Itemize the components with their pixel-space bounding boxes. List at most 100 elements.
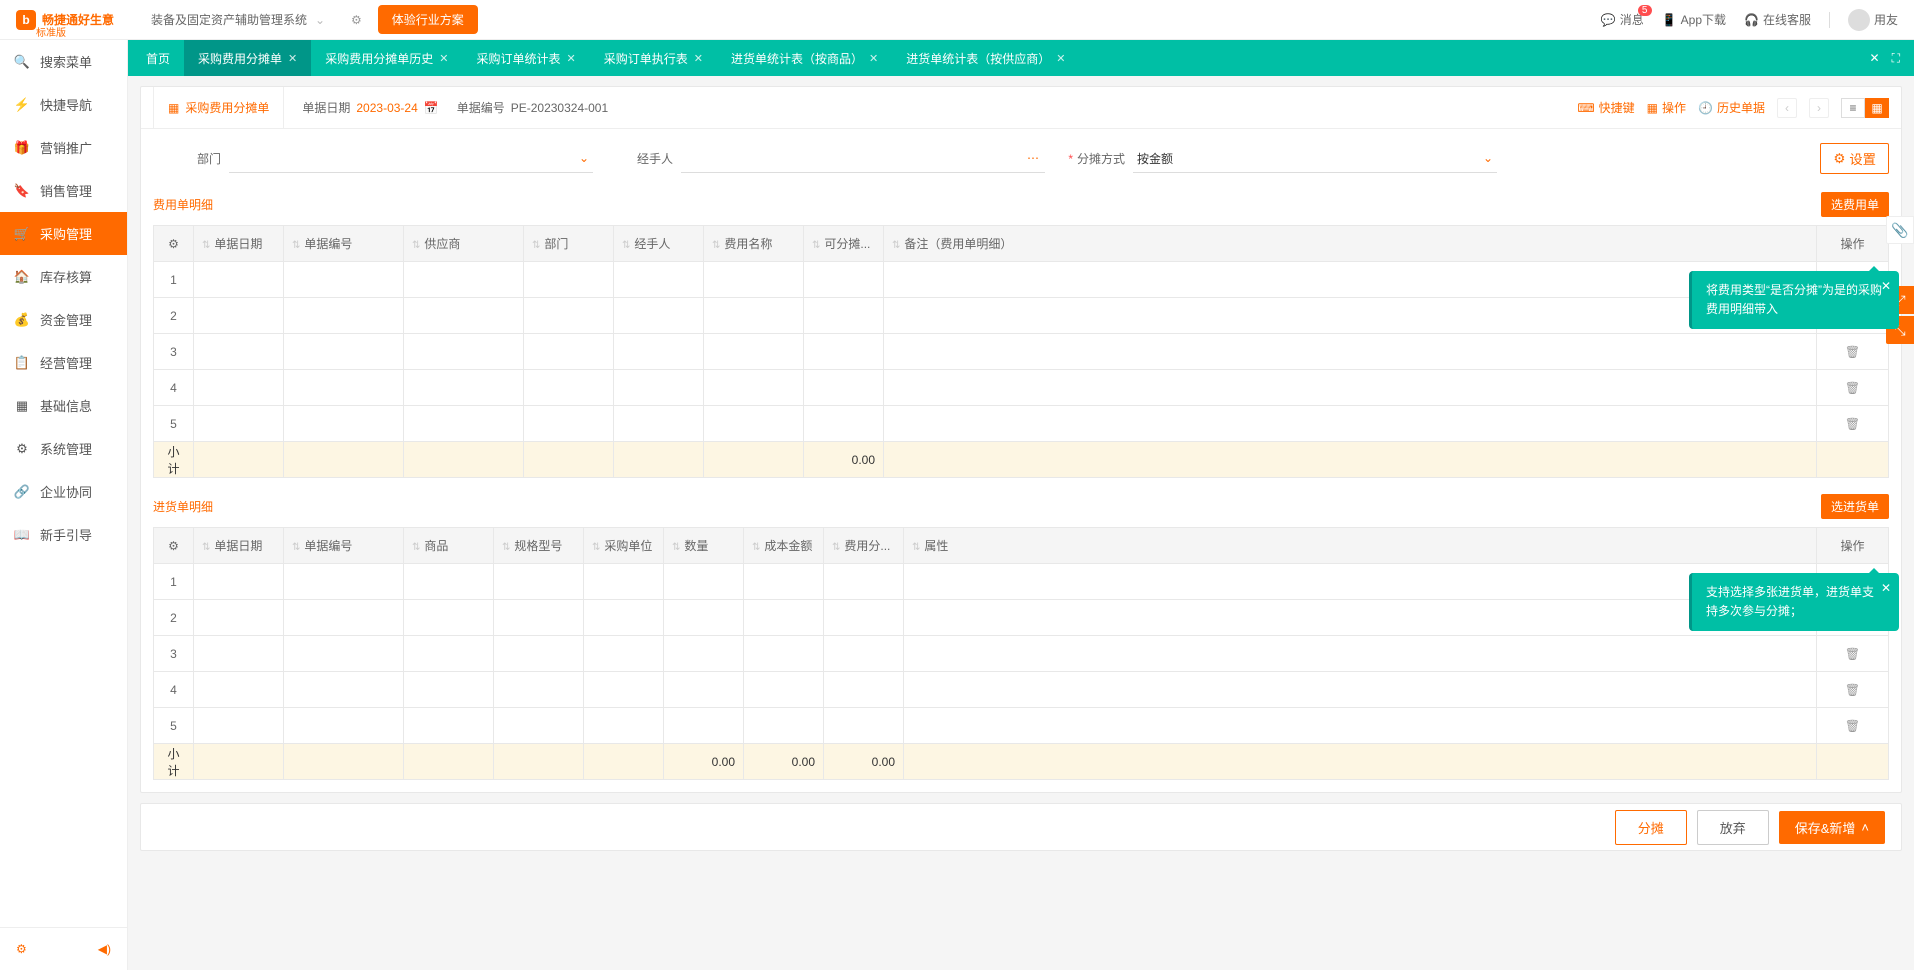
prev-doc-button[interactable]: ‹ bbox=[1777, 98, 1797, 118]
table-cell[interactable] bbox=[614, 262, 704, 298]
table-cell[interactable] bbox=[704, 262, 804, 298]
view-card-button[interactable]: ▦ bbox=[1865, 98, 1889, 118]
doc-date-value[interactable]: 2023-03-24 bbox=[356, 101, 417, 115]
table-cell[interactable] bbox=[884, 262, 1817, 298]
select-receipt-button[interactable]: 选进货单 bbox=[1821, 494, 1889, 519]
calendar-icon[interactable]: 📅 bbox=[424, 101, 439, 115]
discard-button[interactable]: 放弃 bbox=[1697, 810, 1769, 845]
table-header[interactable]: ⇅单据编号 bbox=[284, 528, 404, 564]
sidebar-item-10[interactable]: 🔗企业协同 bbox=[0, 470, 127, 513]
table-cell[interactable] bbox=[704, 334, 804, 370]
table-cell[interactable] bbox=[524, 262, 614, 298]
table-cell[interactable] bbox=[704, 370, 804, 406]
sidebar-item-4[interactable]: 🛒采购管理 bbox=[0, 212, 127, 255]
close-icon[interactable]: ✕ bbox=[1881, 579, 1891, 598]
table-cell[interactable] bbox=[904, 708, 1817, 744]
table-header[interactable]: ⇅费用分... bbox=[824, 528, 904, 564]
sidebar-item-2[interactable]: 🎁营销推广 bbox=[0, 126, 127, 169]
table-header[interactable]: ⇅费用名称 bbox=[704, 226, 804, 262]
table-header[interactable]: ⇅单据编号 bbox=[284, 226, 404, 262]
table-cell[interactable] bbox=[584, 708, 664, 744]
table-cell[interactable] bbox=[704, 298, 804, 334]
table-cell[interactable] bbox=[284, 672, 404, 708]
table-cell[interactable] bbox=[404, 334, 524, 370]
method-select[interactable]: 按金额⌄ bbox=[1133, 145, 1497, 173]
table-cell[interactable] bbox=[744, 672, 824, 708]
table-cell[interactable] bbox=[664, 708, 744, 744]
tab-3[interactable]: 采购订单统计表✕ bbox=[462, 40, 589, 76]
table-cell[interactable] bbox=[194, 370, 284, 406]
table-cell[interactable] bbox=[584, 636, 664, 672]
table-header[interactable]: ⇅数量 bbox=[664, 528, 744, 564]
table-cell[interactable] bbox=[494, 564, 584, 600]
table-cell[interactable] bbox=[584, 564, 664, 600]
table-cell[interactable] bbox=[884, 334, 1817, 370]
table-cell[interactable] bbox=[284, 334, 404, 370]
table-cell[interactable] bbox=[824, 708, 904, 744]
delete-row-button[interactable]: 🗑 bbox=[1817, 672, 1889, 708]
delete-row-button[interactable]: 🗑 bbox=[1817, 370, 1889, 406]
table-cell[interactable] bbox=[194, 298, 284, 334]
table-cell[interactable] bbox=[194, 672, 284, 708]
table-cell[interactable] bbox=[614, 334, 704, 370]
table-cell[interactable] bbox=[664, 636, 744, 672]
online-support[interactable]: 🎧 在线客服 bbox=[1744, 11, 1811, 28]
table-cell[interactable] bbox=[284, 370, 404, 406]
delete-row-button[interactable]: 🗑 bbox=[1817, 334, 1889, 370]
view-list-button[interactable]: ≡ bbox=[1841, 98, 1865, 118]
close-icon[interactable]: ✕ bbox=[694, 52, 703, 65]
collapse-icon[interactable]: ◀) bbox=[98, 942, 111, 956]
table-cell[interactable] bbox=[804, 370, 884, 406]
table-cell[interactable] bbox=[404, 370, 524, 406]
user-menu[interactable]: 用友 bbox=[1848, 9, 1898, 31]
table-cell[interactable] bbox=[884, 298, 1817, 334]
table-cell[interactable] bbox=[804, 334, 884, 370]
table-header[interactable]: ⇅采购单位 bbox=[584, 528, 664, 564]
allocate-button[interactable]: 分摊 bbox=[1615, 810, 1687, 845]
table-cell[interactable] bbox=[194, 564, 284, 600]
dept-select[interactable]: ⌄ bbox=[229, 145, 593, 173]
table-cell[interactable] bbox=[284, 406, 404, 442]
table-cell[interactable] bbox=[664, 672, 744, 708]
table-cell[interactable] bbox=[194, 708, 284, 744]
handler-select[interactable]: ⋯ bbox=[681, 145, 1045, 173]
table-cell[interactable] bbox=[284, 636, 404, 672]
table-cell[interactable] bbox=[824, 672, 904, 708]
table-cell[interactable] bbox=[524, 370, 614, 406]
table-cell[interactable] bbox=[524, 406, 614, 442]
sidebar-item-6[interactable]: 💰资金管理 bbox=[0, 298, 127, 341]
table-cell[interactable] bbox=[494, 600, 584, 636]
table-cell[interactable] bbox=[494, 672, 584, 708]
table-cell[interactable] bbox=[194, 406, 284, 442]
system-dropdown[interactable]: 装备及固定资产辅助管理系统 ⌄ bbox=[151, 11, 351, 28]
table-header[interactable]: ⇅经手人 bbox=[614, 226, 704, 262]
save-add-button[interactable]: 保存&新增˄ bbox=[1779, 811, 1885, 844]
message-center[interactable]: 💬 消息 5 bbox=[1601, 11, 1644, 28]
gear-icon[interactable]: ⚙ bbox=[351, 13, 362, 27]
table-cell[interactable] bbox=[614, 298, 704, 334]
table-cell[interactable] bbox=[284, 298, 404, 334]
table-cell[interactable] bbox=[404, 672, 494, 708]
table-cell[interactable] bbox=[824, 636, 904, 672]
sidebar-item-5[interactable]: 🏠库存核算 bbox=[0, 255, 127, 298]
table-cell[interactable] bbox=[194, 334, 284, 370]
table-cell[interactable] bbox=[744, 564, 824, 600]
table-cell[interactable] bbox=[404, 406, 524, 442]
table-cell[interactable] bbox=[524, 334, 614, 370]
operate-link[interactable]: ▦操作 bbox=[1647, 99, 1686, 116]
close-icon[interactable]: ✕ bbox=[439, 52, 448, 65]
table-header[interactable]: ⇅商品 bbox=[404, 528, 494, 564]
table-cell[interactable] bbox=[744, 636, 824, 672]
table-header[interactable]: ⇅可分摊... bbox=[804, 226, 884, 262]
close-icon[interactable]: ✕ bbox=[869, 52, 878, 65]
settings-button[interactable]: ⚙设置 bbox=[1820, 143, 1889, 174]
table-cell[interactable] bbox=[904, 672, 1817, 708]
table-cell[interactable] bbox=[804, 262, 884, 298]
fullscreen-icon[interactable]: ⛶ bbox=[1892, 51, 1900, 66]
table-cell[interactable] bbox=[404, 298, 524, 334]
table-header[interactable]: ⇅供应商 bbox=[404, 226, 524, 262]
try-plan-button[interactable]: 体验行业方案 bbox=[378, 5, 478, 34]
table-cell[interactable] bbox=[904, 600, 1817, 636]
tab-1[interactable]: 采购费用分摊单✕ bbox=[184, 40, 311, 76]
table-gear[interactable]: ⚙ bbox=[154, 226, 194, 262]
